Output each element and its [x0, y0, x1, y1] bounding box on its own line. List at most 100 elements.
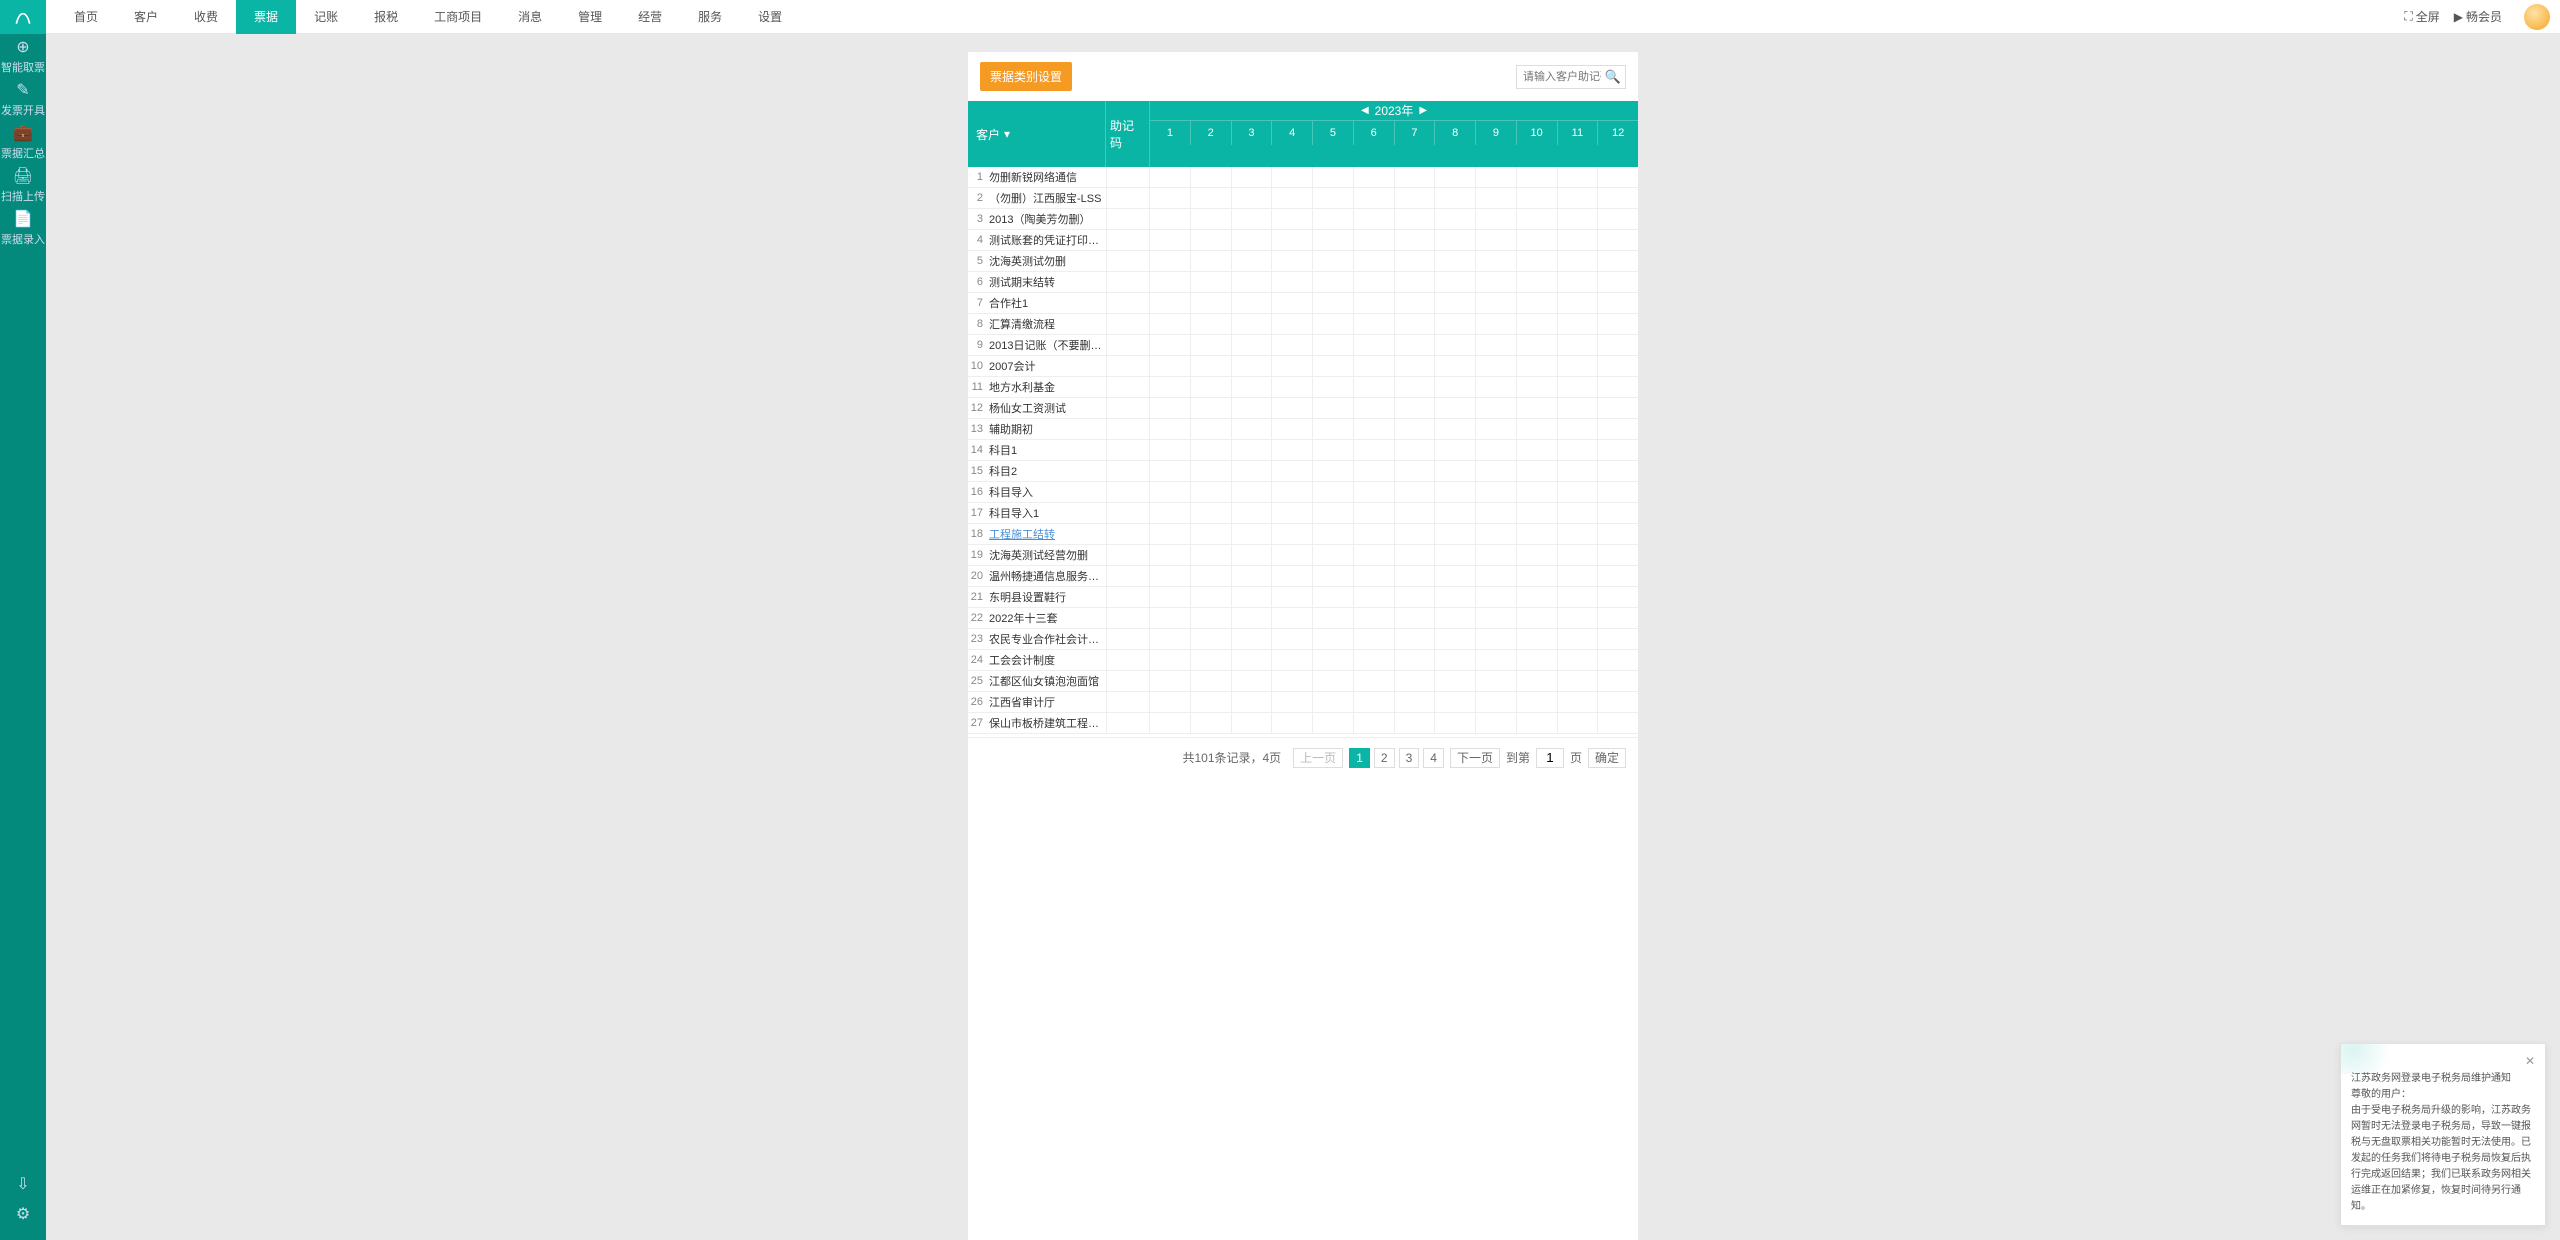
row-month-cell[interactable] [1150, 335, 1191, 355]
row-month-cell[interactable] [1435, 482, 1476, 502]
row-month-cell[interactable] [1517, 482, 1558, 502]
table-row[interactable]: 17科目导入1 [968, 503, 1638, 524]
pager-confirm-button[interactable]: 确定 [1588, 748, 1626, 768]
row-month-cell[interactable] [1395, 440, 1436, 460]
row-month-cell[interactable] [1395, 314, 1436, 334]
row-month-cell[interactable] [1272, 482, 1313, 502]
row-month-cell[interactable] [1395, 377, 1436, 397]
row-month-cell[interactable] [1435, 440, 1476, 460]
row-month-cell[interactable] [1395, 566, 1436, 586]
table-row[interactable]: 7合作社1 [968, 293, 1638, 314]
row-month-cell[interactable] [1598, 251, 1638, 271]
row-month-cell[interactable] [1191, 335, 1232, 355]
row-month-cell[interactable] [1313, 440, 1354, 460]
table-row[interactable]: 4测试账套的凭证打印的时候是否 [968, 230, 1638, 251]
row-month-cell[interactable] [1313, 545, 1354, 565]
row-month-cell[interactable] [1191, 293, 1232, 313]
nav-item-工商项目[interactable]: 工商项目 [416, 0, 500, 34]
row-month-cell[interactable] [1517, 335, 1558, 355]
row-month-cell[interactable] [1558, 566, 1599, 586]
row-month-cell[interactable] [1232, 419, 1273, 439]
sidebar-item-2[interactable]: 💼票据汇总 [0, 120, 46, 163]
row-month-cell[interactable] [1517, 167, 1558, 187]
row-month-cell[interactable] [1272, 587, 1313, 607]
row-month-cell[interactable] [1476, 167, 1517, 187]
row-month-cell[interactable] [1435, 419, 1476, 439]
row-month-cell[interactable] [1517, 629, 1558, 649]
table-row[interactable]: 14科目1 [968, 440, 1638, 461]
nav-item-报税[interactable]: 报税 [356, 0, 416, 34]
row-month-cell[interactable] [1313, 608, 1354, 628]
row-month-cell[interactable] [1191, 272, 1232, 292]
row-month-cell[interactable] [1313, 293, 1354, 313]
row-month-cell[interactable] [1354, 230, 1395, 250]
row-month-cell[interactable] [1598, 650, 1638, 670]
row-month-cell[interactable] [1517, 440, 1558, 460]
row-month-cell[interactable] [1598, 314, 1638, 334]
row-month-cell[interactable] [1313, 251, 1354, 271]
row-month-cell[interactable] [1272, 272, 1313, 292]
row-month-cell[interactable] [1517, 566, 1558, 586]
row-month-cell[interactable] [1476, 230, 1517, 250]
row-month-cell[interactable] [1395, 692, 1436, 712]
row-month-cell[interactable] [1395, 335, 1436, 355]
nav-item-首页[interactable]: 首页 [56, 0, 116, 34]
row-month-cell[interactable] [1313, 356, 1354, 376]
row-month-cell[interactable] [1272, 545, 1313, 565]
row-month-cell[interactable] [1395, 398, 1436, 418]
row-month-cell[interactable] [1232, 272, 1273, 292]
row-month-cell[interactable] [1558, 293, 1599, 313]
row-month-cell[interactable] [1517, 314, 1558, 334]
row-month-cell[interactable] [1598, 461, 1638, 481]
pager-page-3[interactable]: 3 [1399, 748, 1420, 768]
table-row[interactable]: 92013日记账（不要删除哈，谢… [968, 335, 1638, 356]
sidebar-item-1[interactable]: ✎发票开具 [0, 77, 46, 120]
row-month-cell[interactable] [1598, 545, 1638, 565]
row-month-cell[interactable] [1558, 713, 1599, 733]
row-month-cell[interactable] [1476, 650, 1517, 670]
row-month-cell[interactable] [1517, 713, 1558, 733]
row-month-cell[interactable] [1150, 713, 1191, 733]
row-month-cell[interactable] [1150, 566, 1191, 586]
member-button[interactable]: ▶ 畅会员 [2454, 8, 2502, 25]
nav-item-票据[interactable]: 票据 [236, 0, 296, 34]
row-month-cell[interactable] [1476, 251, 1517, 271]
row-month-cell[interactable] [1476, 503, 1517, 523]
row-month-cell[interactable] [1395, 503, 1436, 523]
row-month-cell[interactable] [1313, 419, 1354, 439]
row-month-cell[interactable] [1476, 209, 1517, 229]
row-month-cell[interactable] [1598, 440, 1638, 460]
row-month-cell[interactable] [1598, 377, 1638, 397]
row-month-cell[interactable] [1313, 692, 1354, 712]
row-month-cell[interactable] [1232, 230, 1273, 250]
row-month-cell[interactable] [1558, 629, 1599, 649]
row-month-cell[interactable] [1395, 188, 1436, 208]
nav-item-管理[interactable]: 管理 [560, 0, 620, 34]
row-month-cell[interactable] [1272, 335, 1313, 355]
row-month-cell[interactable] [1598, 293, 1638, 313]
row-month-cell[interactable] [1313, 230, 1354, 250]
row-month-cell[interactable] [1150, 503, 1191, 523]
nav-item-经营[interactable]: 经营 [620, 0, 680, 34]
row-month-cell[interactable] [1150, 608, 1191, 628]
row-month-cell[interactable] [1517, 398, 1558, 418]
row-month-cell[interactable] [1395, 671, 1436, 691]
row-month-cell[interactable] [1232, 671, 1273, 691]
row-month-cell[interactable] [1150, 293, 1191, 313]
row-month-cell[interactable] [1395, 524, 1436, 544]
row-month-cell[interactable] [1435, 461, 1476, 481]
table-row[interactable]: 1勿删新锐网络通信 [968, 167, 1638, 188]
row-month-cell[interactable] [1150, 356, 1191, 376]
row-month-cell[interactable] [1598, 482, 1638, 502]
row-month-cell[interactable] [1150, 629, 1191, 649]
row-month-cell[interactable] [1598, 587, 1638, 607]
row-month-cell[interactable] [1191, 398, 1232, 418]
row-month-cell[interactable] [1313, 209, 1354, 229]
row-month-cell[interactable] [1232, 566, 1273, 586]
row-month-cell[interactable] [1558, 167, 1599, 187]
row-month-cell[interactable] [1598, 209, 1638, 229]
row-month-cell[interactable] [1313, 587, 1354, 607]
row-month-cell[interactable] [1272, 692, 1313, 712]
row-month-cell[interactable] [1232, 587, 1273, 607]
row-month-cell[interactable] [1313, 398, 1354, 418]
